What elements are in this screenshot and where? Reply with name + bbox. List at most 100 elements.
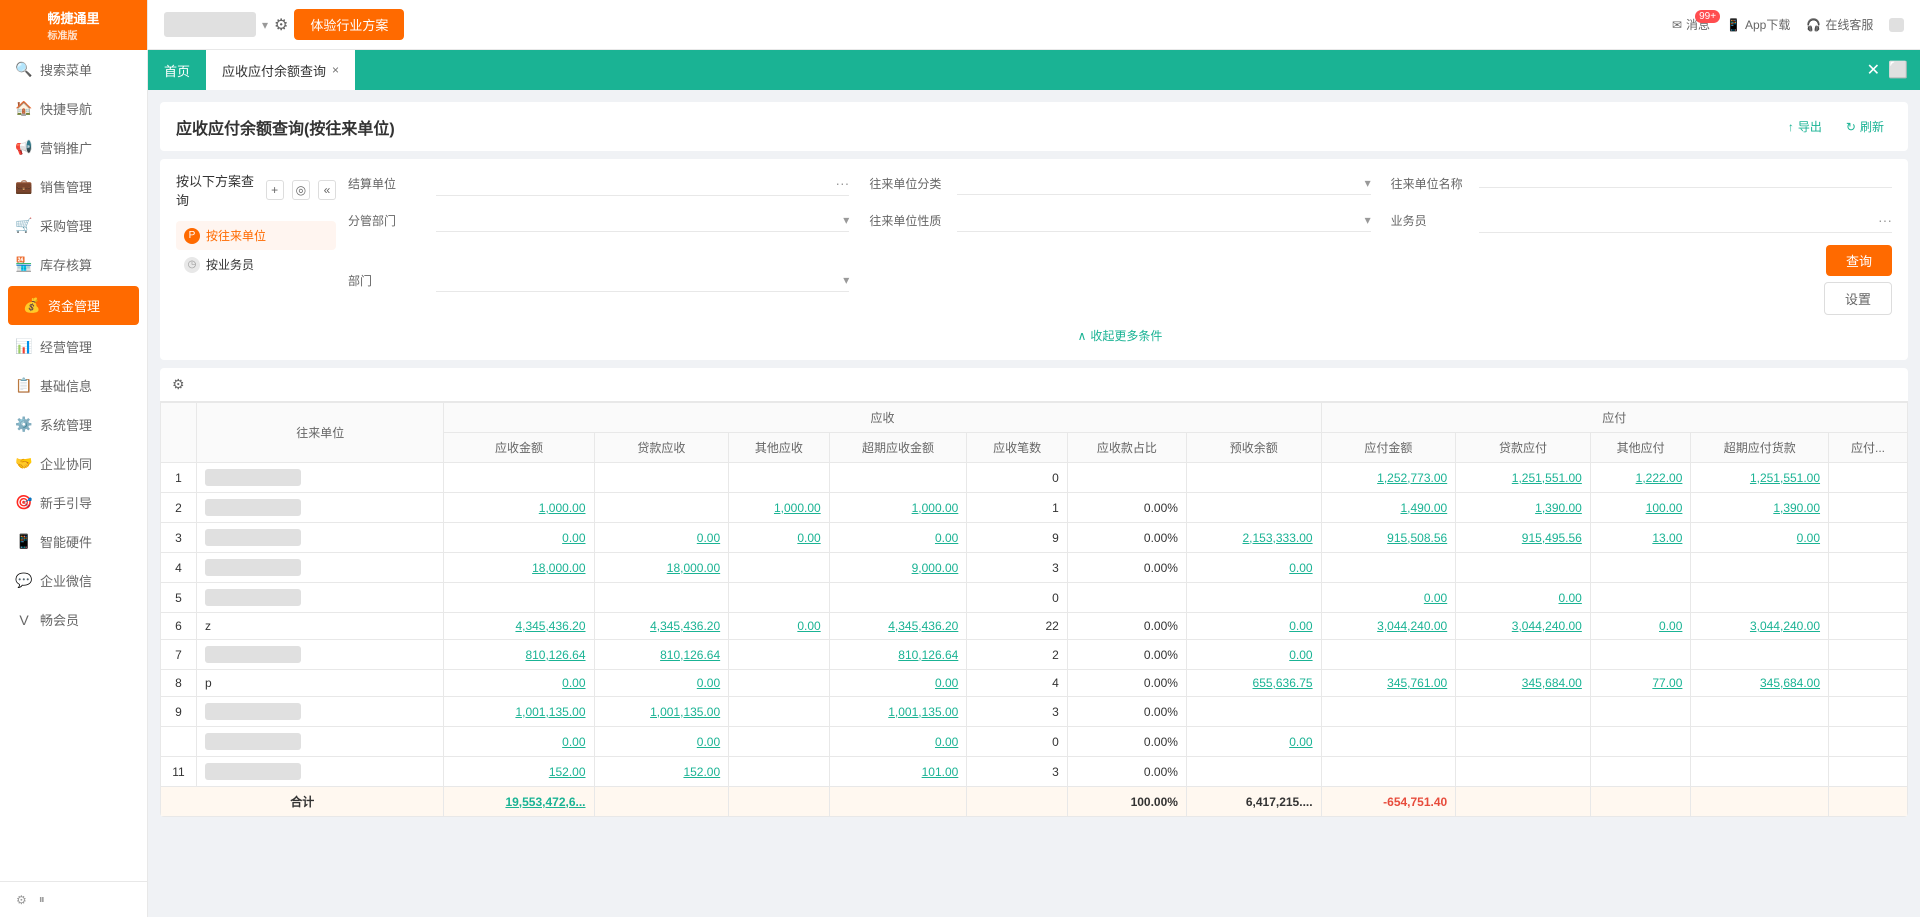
cell-pay_amount[interactable]: 3,044,240.00 [1321, 613, 1456, 640]
cell-pay_overdue[interactable]: 1,251,551.00 [1691, 463, 1829, 493]
sidebar-item-sales[interactable]: 💼 销售管理 [0, 167, 147, 206]
cell-rcv_prepay[interactable]: 655,636.75 [1186, 670, 1321, 697]
filter-input-settlement[interactable]: ··· [436, 171, 849, 196]
export-button[interactable]: ↑ 导出 [1780, 114, 1830, 139]
cell-rcv_prepay[interactable]: 0.00 [1186, 613, 1321, 640]
cell-rcv_overdue[interactable]: 9,000.00 [829, 553, 967, 583]
edit-scheme-btn[interactable]: ◎ [292, 180, 310, 200]
scheme-item-salesman[interactable]: ◷ 按业务员 [176, 250, 336, 279]
cell-pay_loan[interactable]: 1,251,551.00 [1456, 463, 1591, 493]
settings-gear-icon[interactable]: ⚙ [274, 15, 288, 35]
cell-rcv_prepay[interactable]: 0.00 [1186, 727, 1321, 757]
cell-rcv_amount[interactable]: 810,126.64 [444, 640, 594, 670]
cell-rcv_overdue[interactable]: 810,126.64 [829, 640, 967, 670]
plan-button[interactable]: 体验行业方案 [294, 9, 404, 40]
cell-pay_overdue[interactable]: 345,684.00 [1691, 670, 1829, 697]
cell-pay_amount[interactable]: 0.00 [1321, 583, 1456, 613]
cell-rcv_pct[interactable]: 0.00% [1067, 697, 1186, 727]
cell-pay_overdue[interactable]: 1,390.00 [1691, 493, 1829, 523]
cell-rcv_loan[interactable]: 0.00 [594, 523, 729, 553]
cell-rcv_count[interactable]: 3 [967, 757, 1068, 787]
filter-dots-settlement[interactable]: ··· [835, 175, 849, 191]
cell-rcv_loan[interactable]: 18,000.00 [594, 553, 729, 583]
cell-pay_overdue[interactable]: 3,044,240.00 [1691, 613, 1829, 640]
filter-select-dept[interactable]: ▾ [436, 209, 849, 232]
cell-rcv_pct[interactable]: 0.00% [1067, 613, 1186, 640]
cell-pay_loan[interactable]: 915,495.56 [1456, 523, 1591, 553]
cell-rcv_count[interactable]: 0 [967, 463, 1068, 493]
add-scheme-btn[interactable]: + [266, 180, 284, 200]
collapse-btn[interactable]: ∧ 收起更多条件 [348, 323, 1892, 348]
scheme-item-partner[interactable]: P 按往来单位 [176, 221, 336, 250]
cell-rcv_pct[interactable]: 0.00% [1067, 670, 1186, 697]
cell-rcv_prepay[interactable]: 0.00 [1186, 640, 1321, 670]
cell-rcv_pct[interactable]: 0.00% [1067, 493, 1186, 523]
cell-rcv_loan[interactable]: 152.00 [594, 757, 729, 787]
sidebar-item-marketing[interactable]: 📢 营销推广 [0, 128, 147, 167]
tab-receivable[interactable]: 应收应付余额查询 × [206, 50, 355, 90]
cell-pay_other[interactable]: 100.00 [1590, 493, 1691, 523]
cell-pay_amount[interactable]: 1,490.00 [1321, 493, 1456, 523]
cell-rcv_overdue[interactable]: 1,000.00 [829, 493, 967, 523]
cell-pay_overdue[interactable]: 0.00 [1691, 523, 1829, 553]
cell-rcv_count[interactable]: 3 [967, 553, 1068, 583]
sidebar-item-guide[interactable]: 🎯 新手引导 [0, 483, 147, 522]
sidebar-item-enterprise[interactable]: 🤝 企业协同 [0, 444, 147, 483]
cell-rcv_loan[interactable]: 0.00 [594, 727, 729, 757]
sidebar-collapse-icon[interactable]: ⏸ [39, 892, 45, 907]
cell-rcv_amount[interactable]: 152.00 [444, 757, 594, 787]
set-button[interactable]: 设置 [1824, 282, 1892, 315]
filter-input-partner-name[interactable] [1479, 179, 1892, 188]
cell-rcv_loan[interactable]: 810,126.64 [594, 640, 729, 670]
cell-rcv_amount[interactable]: 0.00 [444, 523, 594, 553]
cell-rcv_count[interactable]: 4 [967, 670, 1068, 697]
cell-rcv_count[interactable]: 9 [967, 523, 1068, 553]
cell-rcv_count[interactable]: 1 [967, 493, 1068, 523]
cell-rcv_overdue[interactable]: 0.00 [829, 727, 967, 757]
cell-pay_other[interactable]: 0.00 [1590, 613, 1691, 640]
cell-rcv_overdue[interactable]: 101.00 [829, 757, 967, 787]
sidebar-item-operation[interactable]: 📊 经营管理 [0, 327, 147, 366]
cell-rcv_amount[interactable]: 1,001,135.00 [444, 697, 594, 727]
cell-rcv_overdue[interactable]: 1,001,135.00 [829, 697, 967, 727]
cell-rcv_overdue[interactable]: 0.00 [829, 523, 967, 553]
tab-home[interactable]: 首页 [148, 50, 206, 90]
cell-rcv_pct[interactable]: 0.00% [1067, 640, 1186, 670]
cell-rcv_loan[interactable]: 4,345,436.20 [594, 613, 729, 640]
filter-dots-salesman[interactable]: ··· [1878, 212, 1892, 228]
cell-pay_loan[interactable]: 1,390.00 [1456, 493, 1591, 523]
sidebar-item-finance[interactable]: 💰 资金管理 [8, 286, 139, 325]
filter-select-subdept[interactable]: ▾ [436, 269, 849, 292]
cell-rcv_count[interactable]: 0 [967, 583, 1068, 613]
cell-rcv_count[interactable]: 2 [967, 640, 1068, 670]
cell-rcv_pct[interactable]: 0.00% [1067, 727, 1186, 757]
cell-rcv_count[interactable]: 3 [967, 697, 1068, 727]
filter-input-salesman[interactable]: ··· [1479, 208, 1892, 233]
cell-rcv_loan[interactable]: 1,001,135.00 [594, 697, 729, 727]
cell-rcv_overdue[interactable]: 0.00 [829, 670, 967, 697]
cell-rcv_overdue[interactable]: 4,345,436.20 [829, 613, 967, 640]
cell-pay_amount[interactable]: 915,508.56 [1321, 523, 1456, 553]
sidebar-item-basic[interactable]: 📋 基础信息 [0, 366, 147, 405]
cell-pay_loan[interactable]: 0.00 [1456, 583, 1591, 613]
sidebar-item-system[interactable]: ⚙️ 系统管理 [0, 405, 147, 444]
cell-pay_amount[interactable]: 345,761.00 [1321, 670, 1456, 697]
sidebar-item-inventory[interactable]: 🏪 库存核算 [0, 245, 147, 284]
sidebar-item-quicknav[interactable]: 🏠 快捷导航 [0, 89, 147, 128]
online-service-btn[interactable]: 🎧 在线客服 [1806, 16, 1873, 33]
cell-rcv_other[interactable]: 0.00 [729, 613, 830, 640]
cell-pay_other[interactable]: 13.00 [1590, 523, 1691, 553]
tab-maximize-icon[interactable]: ⬜ [1888, 60, 1908, 80]
filter-select-partner-type[interactable]: ▾ [957, 209, 1370, 232]
cell-rcv_prepay[interactable]: 2,153,333.00 [1186, 523, 1321, 553]
cell-rcv_prepay[interactable]: 0.00 [1186, 553, 1321, 583]
table-settings-icon[interactable]: ⚙ [172, 376, 185, 393]
cell-rcv_other[interactable]: 0.00 [729, 523, 830, 553]
cell-pay_loan[interactable]: 345,684.00 [1456, 670, 1591, 697]
cell-rcv_amount[interactable]: 0.00 [444, 727, 594, 757]
cell-rcv_count[interactable]: 22 [967, 613, 1068, 640]
refresh-button[interactable]: ↻ 刷新 [1838, 114, 1892, 139]
cell-rcv_loan[interactable]: 0.00 [594, 670, 729, 697]
cell-rcv_pct[interactable]: 0.00% [1067, 523, 1186, 553]
sidebar-item-member[interactable]: V 畅会员 [0, 600, 147, 639]
